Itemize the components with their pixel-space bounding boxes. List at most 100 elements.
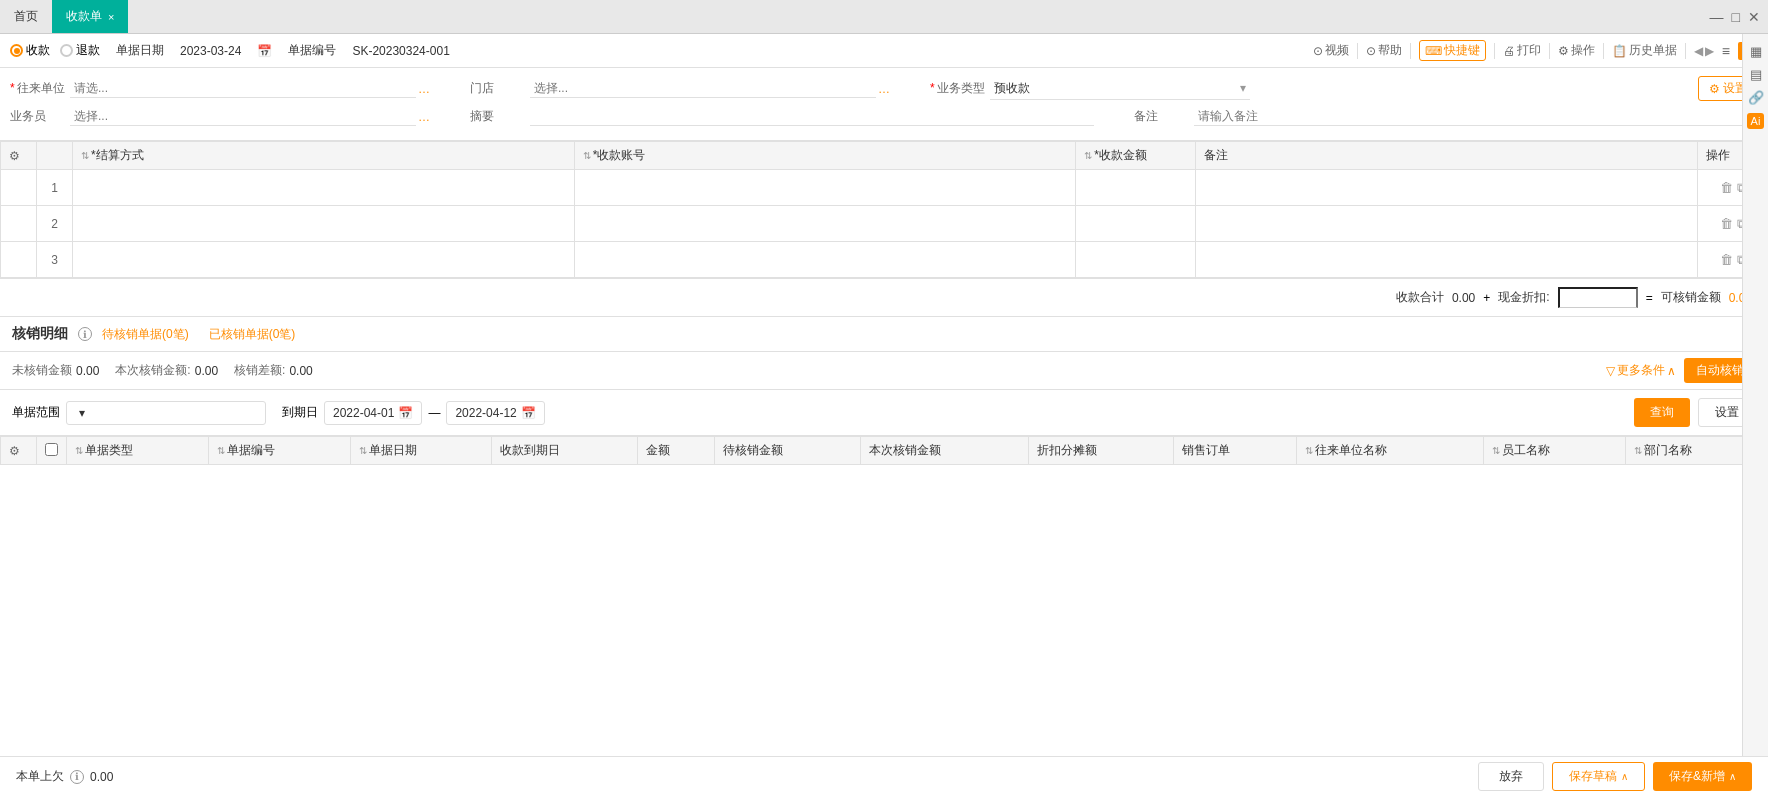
row1-amount-input[interactable] — [1076, 170, 1195, 205]
minimize-btn[interactable]: — — [1710, 9, 1724, 25]
row3-account[interactable] — [574, 242, 1076, 278]
row2-amount[interactable] — [1076, 206, 1196, 242]
range-field: 单据范围 ▾ — [12, 401, 266, 425]
row2-delete-icon[interactable]: 🗑 — [1720, 216, 1733, 231]
next-icon[interactable]: ▶ — [1705, 44, 1714, 58]
shortcut-btn[interactable]: ⌨ 快捷键 — [1419, 40, 1486, 61]
biz-type-value: 预收款 — [994, 80, 1240, 97]
row1-note-input[interactable] — [1196, 170, 1697, 205]
row1-amount[interactable] — [1076, 170, 1196, 206]
calendar-icon[interactable]: 📅 — [257, 44, 272, 58]
select-all-checkbox[interactable] — [45, 443, 58, 456]
table-settings-icon[interactable]: ⚙ — [9, 149, 20, 163]
save-new-btn[interactable]: 保存&新增 ∧ — [1653, 762, 1752, 791]
maximize-btn[interactable]: □ — [1732, 9, 1740, 25]
print-btn[interactable]: 🖨 打印 — [1503, 42, 1541, 59]
row3-amount-input[interactable] — [1076, 242, 1195, 277]
order-info-icon[interactable]: ℹ — [70, 770, 84, 784]
tab-close-icon[interactable]: × — [108, 11, 114, 23]
prev-icon[interactable]: ◀ — [1694, 44, 1703, 58]
row2-account-input[interactable] — [575, 206, 1076, 241]
video-btn[interactable]: ⊙ 视频 — [1313, 42, 1349, 59]
col-account-header: ⇅*收款账号 — [574, 142, 1076, 170]
row3-note-input[interactable] — [1196, 242, 1697, 277]
row1-settlement[interactable] — [73, 170, 575, 206]
account-label: *收款账号 — [593, 147, 646, 164]
partner-more-btn[interactable]: … — [418, 82, 430, 96]
partner-input[interactable] — [70, 79, 416, 98]
summary-input[interactable] — [530, 107, 1094, 126]
save-draft-btn[interactable]: 保存草稿 ∧ — [1552, 762, 1645, 791]
verification-info-icon[interactable]: ℹ — [78, 327, 92, 341]
row3-settlement[interactable] — [73, 242, 575, 278]
date-to-input[interactable]: 2022-04-12 📅 — [446, 401, 544, 425]
history-icon: 📋 — [1612, 44, 1627, 58]
bottom-table-settings-icon[interactable]: ⚙ — [9, 444, 20, 458]
store-more-btn[interactable]: … — [878, 82, 890, 96]
row1-note[interactable] — [1196, 170, 1698, 206]
history-btn[interactable]: 📋 历史单据 — [1612, 42, 1677, 59]
close-btn[interactable]: ✕ — [1748, 9, 1760, 25]
receipt-radio[interactable]: 收款 — [10, 42, 50, 59]
tab-receipt[interactable]: 收款单 × — [52, 0, 128, 33]
save-draft-label: 保存草稿 — [1569, 768, 1617, 785]
table-note-label: 备注 — [1204, 148, 1228, 162]
row2-note-input[interactable] — [1196, 206, 1697, 241]
bottom-col-salesorder: 销售订单 — [1174, 437, 1297, 465]
store-input[interactable] — [530, 79, 876, 98]
date-label: 单据日期 — [116, 42, 164, 59]
row2-note[interactable] — [1196, 206, 1698, 242]
row1-num: 1 — [37, 170, 73, 206]
receipt-radio-label: 收款 — [26, 42, 50, 59]
divider3 — [1494, 43, 1495, 59]
sidebar-table-icon[interactable]: ▦ — [1750, 44, 1762, 59]
done-tab-link[interactable]: 已核销单据(0笔) — [209, 326, 296, 343]
row3-settlement-input[interactable] — [73, 242, 574, 277]
row3-account-input[interactable] — [575, 242, 1076, 277]
staffname-label: 员工名称 — [1502, 442, 1550, 459]
row1-settlement-input[interactable] — [73, 170, 574, 205]
range-select[interactable]: ▾ — [66, 401, 266, 425]
abandon-btn[interactable]: 放弃 — [1478, 762, 1544, 791]
row3-delete-icon[interactable]: 🗑 — [1720, 252, 1733, 267]
biz-type-label: *业务类型 — [930, 80, 990, 97]
staff-more-btn[interactable]: … — [418, 110, 430, 124]
refund-radio[interactable]: 退款 — [60, 42, 100, 59]
note-input[interactable] — [1194, 107, 1758, 126]
sidebar-ai-icon[interactable]: Ai — [1747, 113, 1765, 129]
more-conditions-label: 更多条件 — [1617, 362, 1665, 379]
amount-sort-icon: ⇅ — [1084, 150, 1092, 161]
sidebar-image-icon[interactable]: ▤ — [1750, 67, 1762, 82]
list-view-btn[interactable]: ≡ — [1722, 43, 1730, 59]
sidebar-link-icon[interactable]: 🔗 — [1748, 90, 1764, 105]
help-label: 帮助 — [1378, 42, 1402, 59]
discount-input[interactable] — [1558, 287, 1638, 308]
row2-amount-input[interactable] — [1076, 206, 1195, 241]
row2-settlement-input[interactable] — [73, 206, 574, 241]
unchecked-field: 未核销金额 0.00 — [12, 362, 99, 379]
row3-note[interactable] — [1196, 242, 1698, 278]
pending-tab-link[interactable]: 待核销单据(0笔) — [102, 326, 189, 343]
row2-account[interactable] — [574, 206, 1076, 242]
row3-amount[interactable] — [1076, 242, 1196, 278]
help-btn[interactable]: ⊙ 帮助 — [1366, 42, 1402, 59]
footer-actions: 放弃 保存草稿 ∧ 保存&新增 ∧ — [1478, 762, 1752, 791]
save-new-arrow-icon: ∧ — [1729, 771, 1736, 782]
row2-settlement[interactable] — [73, 206, 575, 242]
current-label: 本次核销金额: — [115, 362, 190, 379]
row1-account-input[interactable] — [575, 170, 1076, 205]
expand-icon: ∧ — [1667, 364, 1676, 378]
more-conditions-btn[interactable]: ▽ 更多条件 ∧ — [1606, 362, 1676, 379]
tab-bar: 首页 收款单 × — □ ✕ — [0, 0, 1768, 34]
staff-input[interactable] — [70, 107, 416, 126]
biz-type-select[interactable]: 预收款 ▾ — [990, 78, 1250, 100]
date-from-input[interactable]: 2022-04-01 📅 — [324, 401, 422, 425]
doc-num-value: SK-20230324-001 — [352, 44, 449, 58]
operate-btn[interactable]: ⚙ 操作 — [1558, 42, 1595, 59]
tab-home[interactable]: 首页 — [0, 0, 52, 33]
row1-account[interactable] — [574, 170, 1076, 206]
row1-delete-icon[interactable]: 🗑 — [1720, 180, 1733, 195]
query-btn[interactable]: 查询 — [1634, 398, 1690, 427]
divider4 — [1549, 43, 1550, 59]
store-label: 门店 — [470, 80, 530, 97]
